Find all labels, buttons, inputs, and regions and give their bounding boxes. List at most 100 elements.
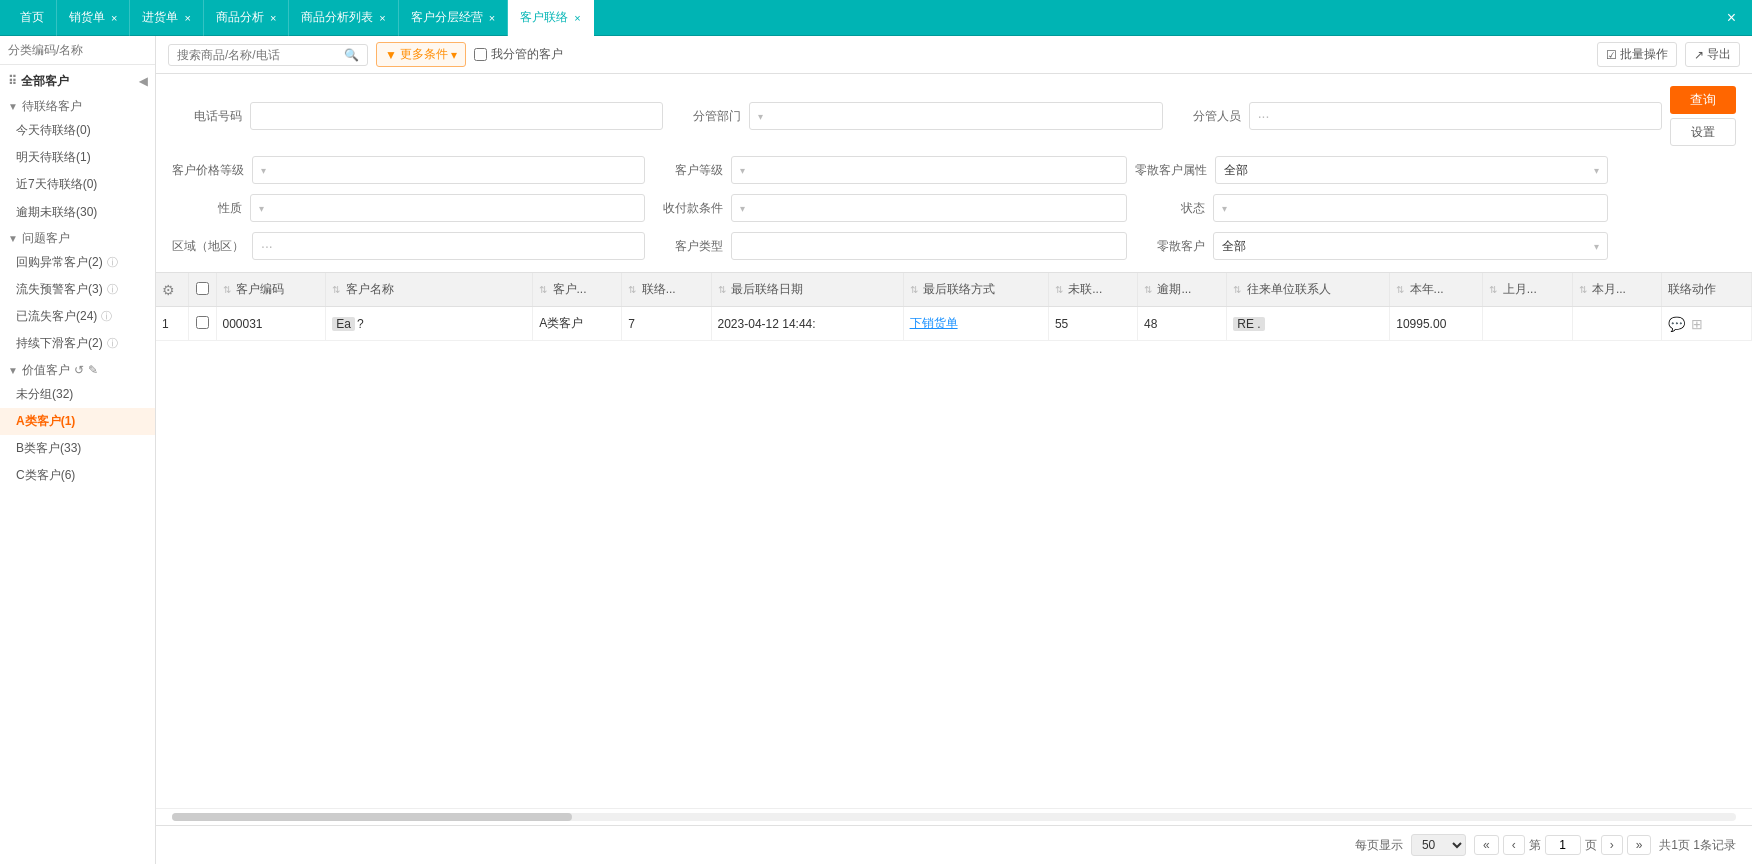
- settings-button[interactable]: 设置: [1670, 118, 1736, 146]
- toolbar-search-icon[interactable]: 🔍: [344, 48, 359, 62]
- col-this-month-sort-icon[interactable]: ⇅: [1579, 284, 1587, 295]
- payment-select[interactable]: ▾: [731, 194, 1126, 222]
- qr-action-icon[interactable]: ⊞: [1691, 316, 1703, 332]
- nav-tab-analysis[interactable]: 商品分析 ×: [204, 0, 289, 36]
- retail-customer-select[interactable]: 全部 ▾: [1213, 232, 1608, 260]
- repurchase-abnormal-label: 回购异常客户(2): [16, 253, 103, 272]
- col-last-month-sort-icon[interactable]: ⇅: [1489, 284, 1497, 295]
- sidebar-item-tomorrow[interactable]: 明天待联络(1): [0, 144, 155, 171]
- nav-tab-customer-mgmt-close[interactable]: ×: [489, 12, 495, 24]
- retail-attr-select[interactable]: 全部 ▾: [1215, 156, 1608, 184]
- filter-panel: 电话号码 分管部门 ▾ 分管人员 ··· 查询 设置: [156, 74, 1752, 273]
- nav-tab-purchase-close[interactable]: ×: [184, 12, 190, 24]
- sidebar-item-declining[interactable]: 持续下滑客户(2) ⓘ: [0, 330, 155, 357]
- export-icon: ↗: [1694, 48, 1704, 62]
- col-contact-sort-icon[interactable]: ⇅: [628, 284, 636, 295]
- my-customer-check[interactable]: [474, 48, 487, 61]
- sidebar-item-unclassified[interactable]: 未分组(32): [0, 381, 155, 408]
- nav-tab-customer-contact[interactable]: 客户联络 ×: [508, 0, 593, 36]
- sidebar-collapse-icon[interactable]: ◀: [139, 75, 147, 88]
- last-page-button[interactable]: »: [1627, 835, 1652, 855]
- export-button[interactable]: ↗ 导出: [1685, 42, 1740, 67]
- region-input[interactable]: ···: [252, 232, 645, 260]
- nav-tab-analysis-list[interactable]: 商品分析列表 ×: [289, 0, 398, 36]
- first-page-button[interactable]: «: [1474, 835, 1499, 855]
- sidebar-item-class-b[interactable]: B类客户(33): [0, 435, 155, 462]
- col-name-sort-icon[interactable]: ⇅: [332, 284, 340, 295]
- status-select[interactable]: ▾: [1213, 194, 1608, 222]
- sidebar-item-churned[interactable]: 已流失客户(24) ⓘ: [0, 303, 155, 330]
- more-filter-button[interactable]: ▼ 更多条件 ▾: [376, 42, 466, 67]
- sidebar-item-repurchase-abnormal[interactable]: 回购异常客户(2) ⓘ: [0, 249, 155, 276]
- col-code-sort-icon[interactable]: ⇅: [223, 284, 231, 295]
- col-overdue-sort-icon[interactable]: ⇅: [1144, 284, 1152, 295]
- col-date-sort-icon[interactable]: ⇅: [718, 284, 726, 295]
- col-last-month: ⇅ 上月...: [1483, 273, 1572, 307]
- filter-cell-retail-attr: 零散客户属性 全部 ▾: [1135, 156, 1608, 184]
- filter-cell-region: 区域（地区） ···: [172, 232, 645, 260]
- scrollbar-thumb[interactable]: [172, 813, 572, 821]
- col-method-label: 最后联络方式: [923, 282, 995, 296]
- content-area: 🔍 ▼ 更多条件 ▾ 我分管的客户 ☑ 批量操作 ↗ 导出: [156, 36, 1752, 864]
- nav-tab-home[interactable]: 首页: [8, 0, 57, 36]
- prev-page-button[interactable]: ‹: [1503, 835, 1525, 855]
- col-this-year-sort-icon[interactable]: ⇅: [1396, 284, 1404, 295]
- filter-cell-price-level: 客户价格等级 ▾: [172, 156, 645, 184]
- col-last-contact-date: ⇅ 最后联络日期: [711, 273, 903, 307]
- customer-level-select[interactable]: ▾: [731, 156, 1126, 184]
- select-all-checkbox[interactable]: [196, 282, 209, 295]
- per-page-select[interactable]: 50 100 200: [1411, 834, 1466, 856]
- close-all-button[interactable]: ×: [1719, 9, 1744, 27]
- settings-gear-icon[interactable]: ⚙: [162, 282, 175, 298]
- nav-tab-sales[interactable]: 销货单 ×: [57, 0, 130, 36]
- col-level-sort-icon[interactable]: ⇅: [539, 284, 547, 295]
- sidebar-item-class-a[interactable]: A类客户(1): [0, 408, 155, 435]
- sidebar-item-churn-warning[interactable]: 流失预警客户(3) ⓘ: [0, 276, 155, 303]
- nav-tab-customer-contact-close[interactable]: ×: [574, 12, 580, 24]
- col-method-sort-icon[interactable]: ⇅: [910, 284, 918, 295]
- sidebar-item-today[interactable]: 今天待联络(0): [0, 117, 155, 144]
- sidebar-group-problem[interactable]: ▼ 问题客户: [0, 226, 155, 249]
- col-settings: ⚙: [156, 273, 188, 307]
- next-page-button[interactable]: ›: [1601, 835, 1623, 855]
- query-btn-group: 查询 设置: [1670, 86, 1736, 146]
- sidebar-group-pending[interactable]: ▼ 待联络客户: [0, 94, 155, 117]
- filter-cell-payment: 收付款条件 ▾: [653, 194, 1126, 222]
- sidebar-item-7days[interactable]: 近7天待联络(0): [0, 171, 155, 198]
- query-button[interactable]: 查询: [1670, 86, 1736, 114]
- row-name: Ea?: [326, 307, 533, 341]
- page-nav: « ‹ 第 页 › »: [1474, 835, 1651, 855]
- batch-ops-button[interactable]: ☑ 批量操作: [1597, 42, 1677, 67]
- nav-tab-analysis-close[interactable]: ×: [270, 12, 276, 24]
- col-no-contact-sort-icon[interactable]: ⇅: [1055, 284, 1063, 295]
- filter-cell-customer-type: 客户类型: [653, 232, 1126, 260]
- sidebar-item-overdue[interactable]: 逾期未联络(30): [0, 199, 155, 226]
- price-level-select[interactable]: ▾: [252, 156, 645, 184]
- customer-type-input[interactable]: [731, 232, 1126, 260]
- sidebar-search-input[interactable]: [8, 43, 156, 57]
- page-number-input[interactable]: [1545, 835, 1581, 855]
- col-unit-sort-icon[interactable]: ⇅: [1233, 284, 1241, 295]
- nav-tab-purchase[interactable]: 进货单 ×: [130, 0, 203, 36]
- col-contact-label: 联络...: [642, 282, 676, 296]
- nav-tab-customer-mgmt[interactable]: 客户分层经营 ×: [399, 0, 508, 36]
- dept-select[interactable]: ▾: [749, 102, 1162, 130]
- nav-tab-analysis-list-close[interactable]: ×: [379, 12, 385, 24]
- region-dots-icon[interactable]: ···: [261, 238, 273, 254]
- nature-select[interactable]: ▾: [250, 194, 645, 222]
- manager-input[interactable]: ···: [1249, 102, 1662, 130]
- phone-input[interactable]: [250, 102, 663, 130]
- last-contact-method-link[interactable]: 下销货单: [910, 316, 958, 330]
- sidebar-group-value[interactable]: ▼ 价值客户 ↺ ✎: [0, 358, 155, 381]
- my-customer-checkbox[interactable]: 我分管的客户: [474, 46, 563, 63]
- nav-tab-sales-close[interactable]: ×: [111, 12, 117, 24]
- col-this-year: ⇅ 本年...: [1390, 273, 1483, 307]
- toolbar-search-input[interactable]: [177, 48, 340, 62]
- value-edit-icon[interactable]: ✎: [88, 363, 98, 377]
- sidebar-item-class-c[interactable]: C类客户(6): [0, 462, 155, 489]
- retail-attr-arrow-icon: ▾: [1594, 165, 1599, 176]
- comment-action-icon[interactable]: 💬: [1668, 316, 1685, 332]
- manager-dots-icon[interactable]: ···: [1258, 108, 1270, 124]
- value-refresh-icon[interactable]: ↺: [74, 363, 84, 377]
- row-checkbox[interactable]: [196, 316, 209, 329]
